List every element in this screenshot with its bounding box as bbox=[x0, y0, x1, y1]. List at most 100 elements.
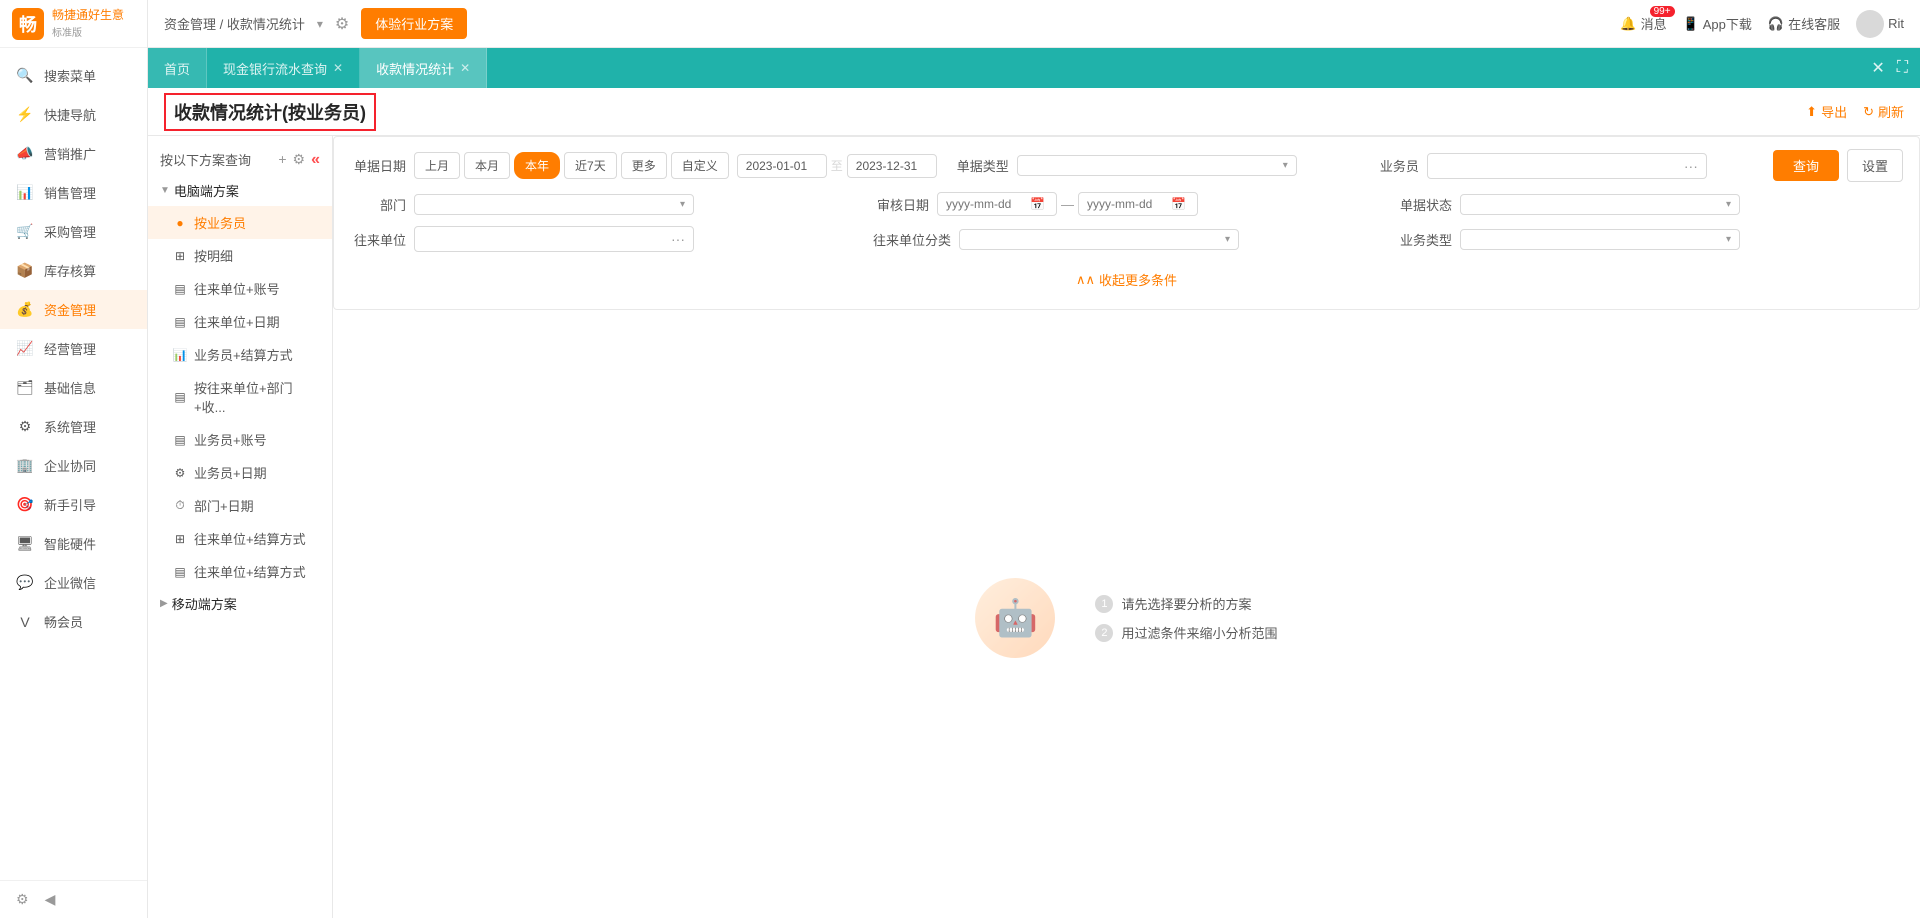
scheme-item-by-detail[interactable]: ⊞ 按明细 bbox=[148, 239, 332, 272]
sidebar-item-enterprise[interactable]: 🏢 企业协同 bbox=[0, 446, 147, 485]
tab-receipts-close[interactable]: ✕ bbox=[460, 61, 470, 75]
review-date-from-input[interactable] bbox=[946, 197, 1026, 211]
scheme-panel-title: 按以下方案查询 bbox=[160, 150, 251, 169]
sidebar-item-system[interactable]: ⚙ 系统管理 bbox=[0, 407, 147, 446]
review-date-label: 审核日期 bbox=[873, 195, 929, 214]
tab-receipts-label: 收款情况统计 bbox=[376, 59, 454, 78]
sidebar-item-quicknav[interactable]: ⚡ 快捷导航 bbox=[0, 95, 147, 134]
calendar-to-icon[interactable]: 📅 bbox=[1171, 197, 1186, 211]
sidebar-item-wechat[interactable]: 💬 企业微信 bbox=[0, 563, 147, 602]
date-btn-7days[interactable]: 近7天 bbox=[564, 152, 617, 179]
doc-type-select[interactable]: ▾ bbox=[1017, 155, 1297, 176]
filter-dept-group: 部门 ▾ bbox=[350, 194, 857, 215]
scheme-item-by-salesperson[interactable]: ● 按业务员 bbox=[148, 206, 332, 239]
date-from-input[interactable] bbox=[737, 154, 827, 178]
scheme-group-pc: ▼ 电脑端方案 ● 按业务员 ⊞ 按明细 ▤ 往 bbox=[148, 175, 332, 588]
scheme-item-dept-date[interactable]: ⏱ 部门+日期 bbox=[148, 489, 332, 522]
date-btn-custom[interactable]: 自定义 bbox=[671, 152, 729, 179]
content-wrapper: 按以下方案查询 + ⚙ « ▼ 电脑端方案 bbox=[148, 136, 1920, 918]
scheme-item-salesperson-date[interactable]: ⚙ 业务员+日期 bbox=[148, 456, 332, 489]
settings-btn[interactable]: 设置 bbox=[1847, 149, 1903, 182]
doc-status-select[interactable]: ▾ bbox=[1460, 194, 1740, 215]
tab-bank[interactable]: 现金银行流水查询 ✕ bbox=[207, 48, 360, 88]
partner-select[interactable]: ··· bbox=[414, 226, 694, 252]
tab-receipts[interactable]: 收款情况统计 ✕ bbox=[360, 48, 487, 88]
sidebar-item-hardware[interactable]: 🖥 智能硬件 bbox=[0, 524, 147, 563]
scheme-settings-icon[interactable]: ⚙ bbox=[293, 151, 306, 169]
biz-type-arrow-icon: ▾ bbox=[1726, 234, 1731, 245]
member-icon: V bbox=[16, 613, 34, 631]
sidebar-item-marketing[interactable]: 📣 营销推广 bbox=[0, 134, 147, 173]
date-btn-this-month[interactable]: 本月 bbox=[464, 152, 510, 179]
sidebar-item-sales[interactable]: 📊 销售管理 bbox=[0, 173, 147, 212]
notification-btn[interactable]: 🔔 消息 99+ bbox=[1620, 14, 1666, 33]
calendar-from-icon[interactable]: 📅 bbox=[1030, 197, 1045, 211]
scheme-item-partner-settlement1[interactable]: ⊞ 往来单位+结算方式 bbox=[148, 522, 332, 555]
salesperson-select[interactable]: ··· bbox=[1427, 153, 1707, 179]
footer-collapse-icon[interactable]: ◀‍‍ bbox=[45, 891, 56, 908]
review-date-inputs: 📅 — 📅 bbox=[937, 192, 1198, 216]
scheme-item-partner-dept[interactable]: ▤ 按往来单位+部门+收... bbox=[148, 371, 332, 423]
tab-home-label: 首页 bbox=[164, 59, 190, 78]
filter-review-date-group: 审核日期 📅 — 📅 bbox=[873, 192, 1380, 216]
user-profile[interactable]: Rit bbox=[1856, 10, 1904, 38]
sidebar-item-baseinfo[interactable]: 🗂 基础信息 bbox=[0, 368, 147, 407]
scheme-group-pc-label: 电脑端方案 bbox=[174, 181, 239, 200]
sidebar-item-guide[interactable]: 🎯 新手引导 bbox=[0, 485, 147, 524]
tab-close-all-icon[interactable]: ✕ bbox=[1871, 58, 1884, 78]
header-settings-icon[interactable]: ⚙ bbox=[335, 14, 349, 34]
sidebar-item-member[interactable]: V 畅会员 bbox=[0, 602, 147, 641]
filter-row-2: 部门 ▾ 审核日期 bbox=[350, 192, 1903, 216]
sidebar-item-inventory[interactable]: 📦 库存核算 bbox=[0, 251, 147, 290]
industry-btn[interactable]: 体验行业方案 bbox=[361, 8, 467, 39]
review-date-to-input[interactable] bbox=[1087, 197, 1167, 211]
export-btn[interactable]: ⬆ 导出 bbox=[1806, 102, 1847, 121]
scheme-item-sacct-icon: ▤ bbox=[172, 432, 188, 448]
scheme-add-icon[interactable]: + bbox=[278, 151, 286, 169]
scheme-item-ps1-icon: ⊞ bbox=[172, 531, 188, 547]
sidebar-nav: 🔍 搜索菜单 ⚡ 快捷导航 📣 营销推广 📊 销售管理 🛒 采购管理 📦 bbox=[0, 48, 147, 880]
step-2-num: 2 bbox=[1095, 624, 1113, 642]
partner-category-select[interactable]: ▾ bbox=[959, 229, 1239, 250]
tab-expand-icon[interactable]: ⛶ bbox=[1897, 59, 1908, 77]
biz-type-select[interactable]: ▾ bbox=[1460, 229, 1740, 250]
date-quick-btns: 上月 本月 本年 近7天 更多 自定义 bbox=[414, 152, 729, 179]
scheme-item-partner-account[interactable]: ▤ 往来单位+账号 bbox=[148, 272, 332, 305]
date-btn-this-year[interactable]: 本年 bbox=[514, 152, 560, 179]
sidebar-item-operations[interactable]: 📈 经营管理 bbox=[0, 329, 147, 368]
query-btn[interactable]: 查询 bbox=[1773, 150, 1839, 181]
date-to-input[interactable] bbox=[847, 154, 937, 178]
sidebar-item-purchase[interactable]: 🛒 采购管理 bbox=[0, 212, 147, 251]
scheme-item-salesperson-settlement[interactable]: 📊 业务员+结算方式 bbox=[148, 338, 332, 371]
review-date-from-wrapper[interactable]: 📅 bbox=[937, 192, 1057, 216]
footer-settings-icon[interactable]: ⚙ bbox=[16, 891, 29, 908]
scheme-group-pc-header[interactable]: ▼ 电脑端方案 bbox=[148, 175, 332, 206]
salesperson-dots[interactable]: ··· bbox=[1684, 158, 1698, 174]
tab-home[interactable]: 首页 bbox=[148, 48, 207, 88]
sidebar-item-search[interactable]: 🔍 搜索菜单 bbox=[0, 56, 147, 95]
empty-illustration: 🤖 bbox=[975, 578, 1055, 658]
review-date-to-wrapper[interactable]: 📅 bbox=[1078, 192, 1198, 216]
baseinfo-icon: 🗂 bbox=[16, 379, 34, 397]
partner-dots[interactable]: ··· bbox=[671, 231, 685, 247]
scheme-group-mobile-header[interactable]: ▶ 移动端方案 bbox=[148, 588, 332, 619]
collapse-bar[interactable]: ∧∧ 收起更多条件 bbox=[350, 262, 1903, 297]
dept-select[interactable]: ▾ bbox=[414, 194, 694, 215]
refresh-btn[interactable]: ↻ 刷新 bbox=[1863, 102, 1904, 121]
sidebar-item-finance[interactable]: 💰 资金管理 bbox=[0, 290, 147, 329]
empty-step-1: 1 请先选择要分析的方案 bbox=[1095, 594, 1277, 613]
sidebar-footer: ⚙ ◀‍‍ bbox=[0, 880, 147, 918]
finance-icon: 💰 bbox=[16, 301, 34, 319]
date-btn-last-month[interactable]: 上月 bbox=[414, 152, 460, 179]
app-download-btn[interactable]: 📱 App下载 bbox=[1683, 14, 1752, 33]
tab-bank-close[interactable]: ✕ bbox=[333, 61, 343, 75]
online-service-btn[interactable]: 🎧 在线客服 bbox=[1768, 14, 1840, 33]
date-btn-more[interactable]: 更多 bbox=[621, 152, 667, 179]
scheme-item-salesperson-account[interactable]: ▤ 业务员+账号 bbox=[148, 423, 332, 456]
breadcrumb-dropdown-icon[interactable]: ▾ bbox=[317, 17, 323, 31]
scheme-item-partner-date[interactable]: ▤ 往来单位+日期 bbox=[148, 305, 332, 338]
scheme-item-partner-settlement2[interactable]: ▤ 往来单位+结算方式 bbox=[148, 555, 332, 588]
scheme-collapse-icon[interactable]: « bbox=[311, 151, 320, 169]
sidebar-logo: 畅 畅捷通好生意 标准版 bbox=[0, 0, 147, 48]
page-content: 收款情况统计(按业务员) ⬆ 导出 ↻ 刷新 按以下方 bbox=[148, 88, 1920, 918]
